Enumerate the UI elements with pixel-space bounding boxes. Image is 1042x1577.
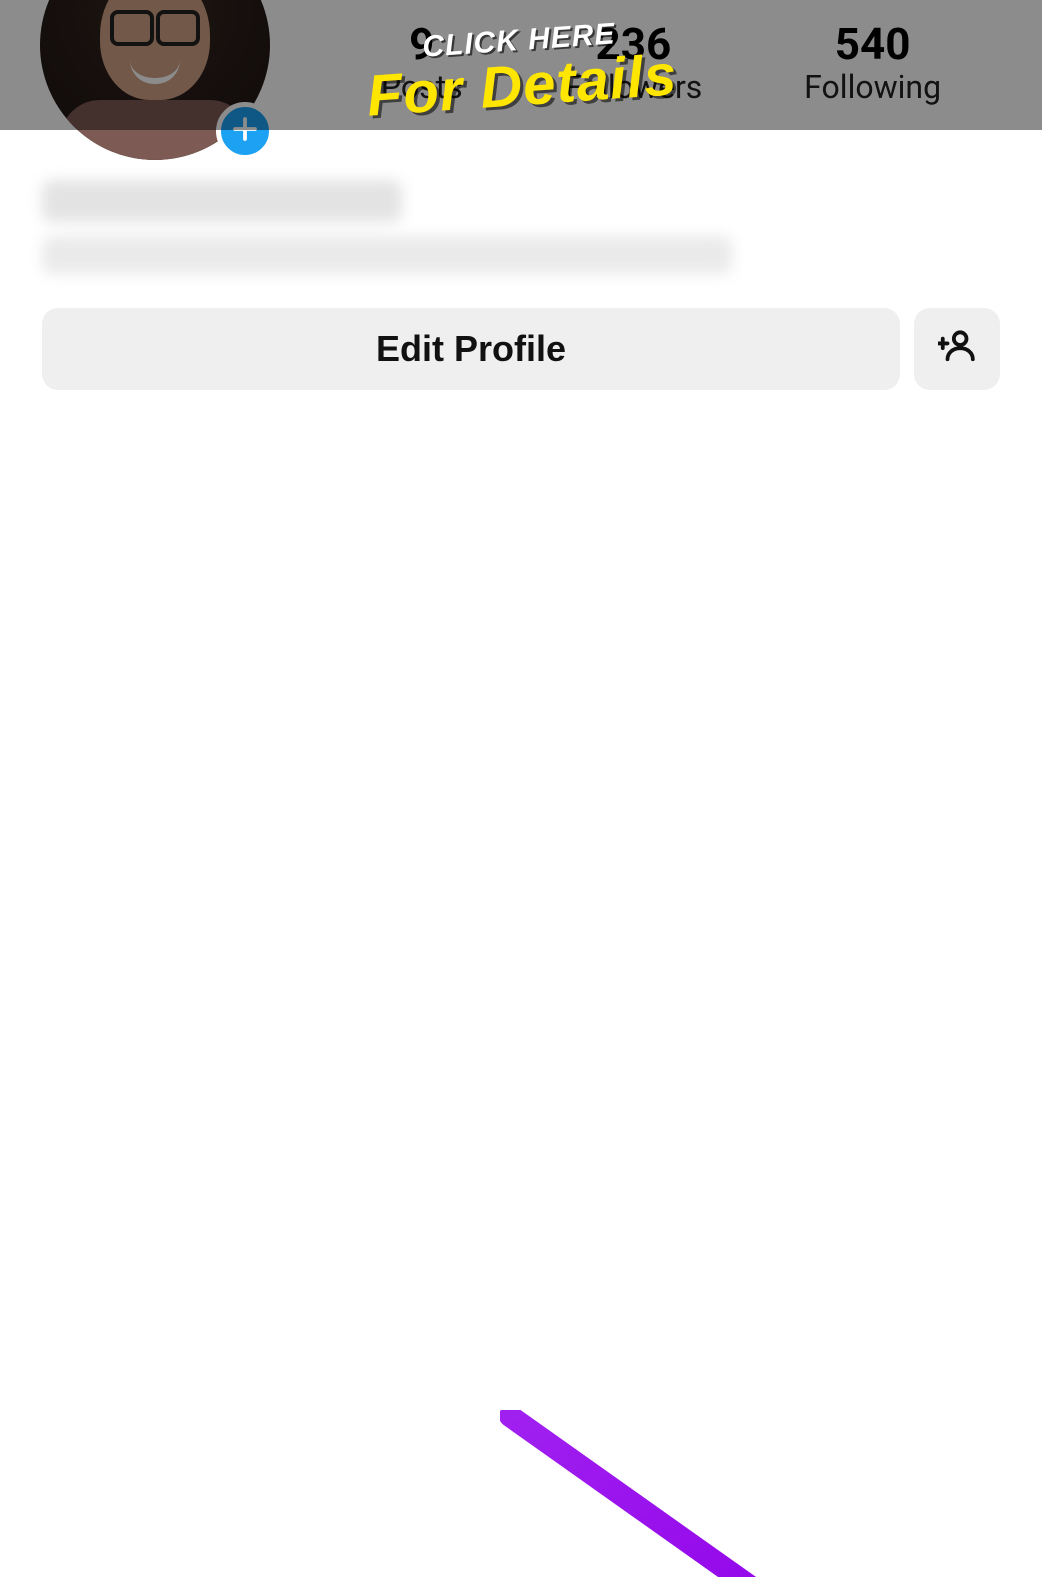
stat-following[interactable]: 540 Following (804, 20, 941, 106)
profile-actions: Edit Profile (0, 274, 1042, 390)
profile-bio-text-blurred (42, 236, 732, 274)
edit-profile-label: Edit Profile (376, 328, 566, 370)
avatar-container[interactable] (40, 0, 270, 160)
discover-people-button[interactable] (914, 308, 1000, 390)
add-story-button[interactable] (216, 102, 274, 160)
add-person-icon (938, 326, 976, 373)
annotation-arrow (500, 1410, 920, 1577)
profile-bio (0, 160, 1042, 274)
edit-profile-button[interactable]: Edit Profile (42, 308, 900, 390)
stat-following-count: 540 (804, 20, 941, 68)
profile-display-name-blurred (42, 180, 402, 222)
plus-icon (230, 114, 260, 148)
stat-following-label: Following (804, 68, 941, 106)
